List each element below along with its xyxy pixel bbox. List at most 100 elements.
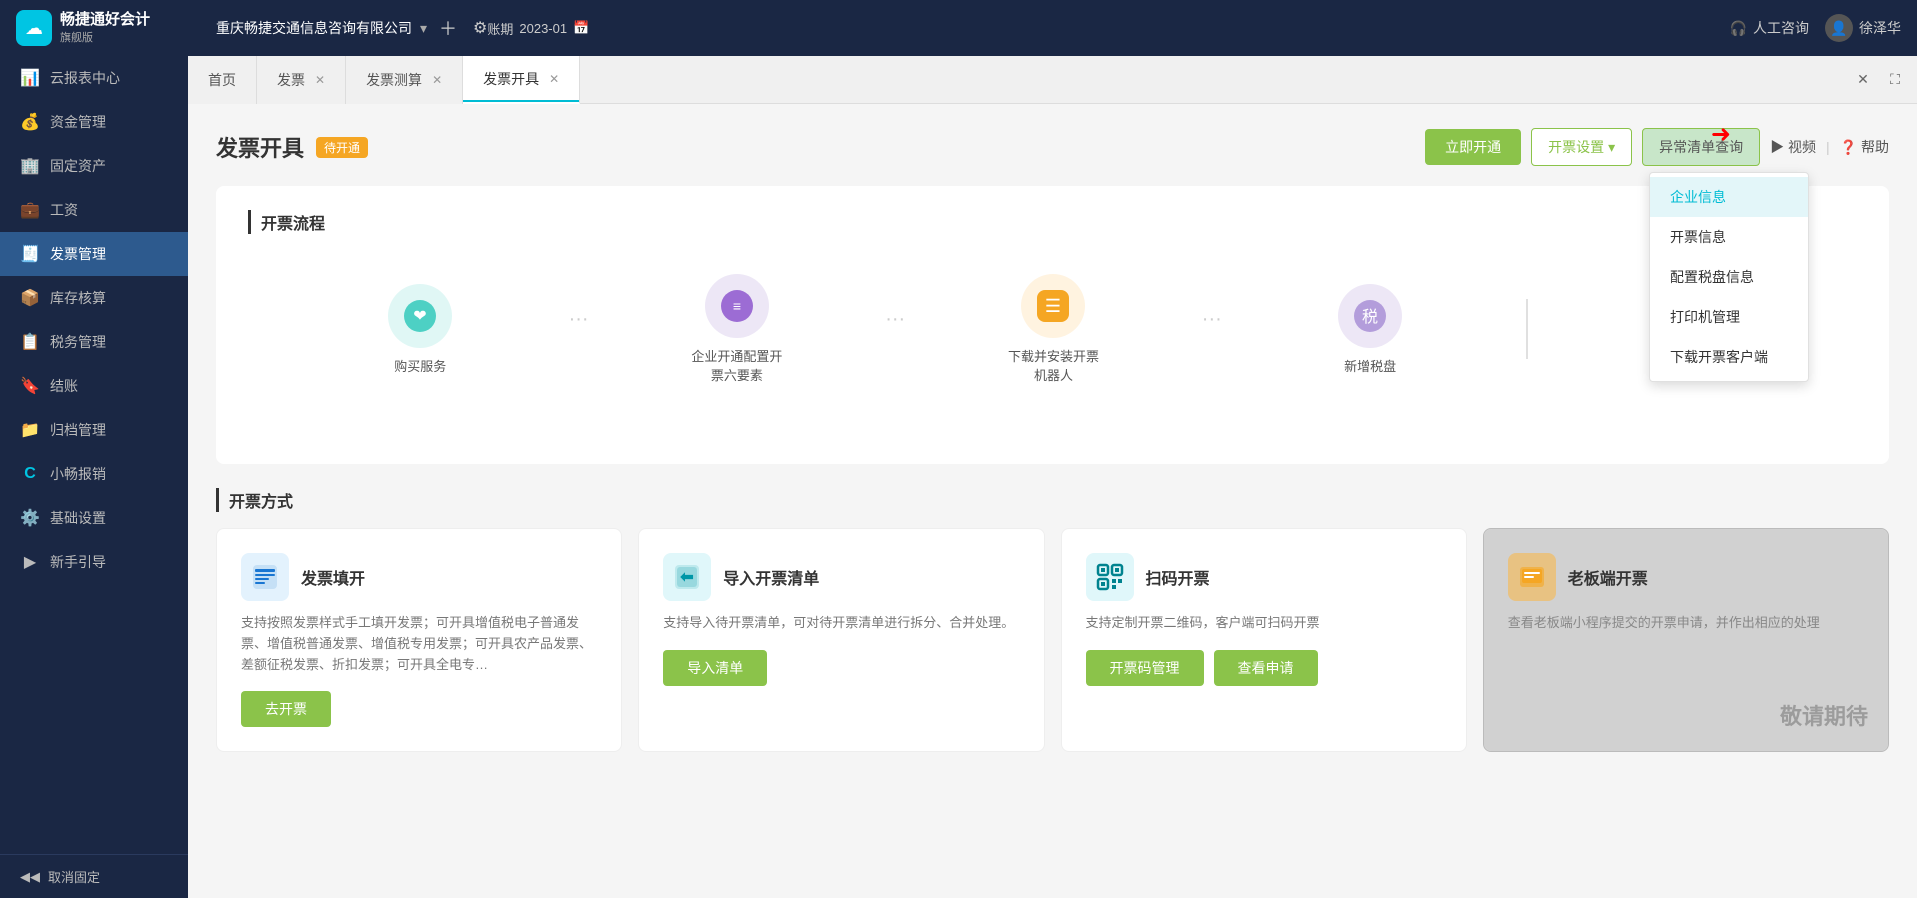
sidebar-bottom-label: 取消固定 [48, 867, 100, 886]
sidebar-item-inventory[interactable]: 📦 库存核算 [0, 276, 188, 320]
method-card-manual: 发票填开 支持按照发票样式手工填开发票；可开具增值税电子普通发票、增值税普通发票… [216, 528, 622, 752]
inventory-icon: 📦 [20, 288, 40, 308]
tab-invoice-issue[interactable]: 发票开具 ✕ [463, 56, 580, 104]
tab-invoice-issue-label: 发票开具 [483, 69, 539, 89]
sidebar-item-payroll[interactable]: 💼 工资 [0, 188, 188, 232]
sidebar-label-settings: 基础设置 [50, 508, 106, 528]
method-card-import: ⬅ 导入开票清单 支持导入待开票清单，可对待开票清单进行拆分、合并处理。 导入清… [638, 528, 1044, 752]
user-area[interactable]: 👤 徐泽华 [1825, 14, 1901, 42]
overlay-text-boss: 敬请期待 [1780, 699, 1868, 731]
process-divider [1526, 299, 1528, 359]
tab-bar-right: ✕ ⛶ [1849, 66, 1917, 94]
process-title: 开票流程 [248, 210, 1857, 234]
tab-invoice-close[interactable]: ✕ [315, 73, 325, 87]
logo-icon: ☁ [16, 10, 52, 46]
company-selector[interactable]: 重庆畅捷交通信息咨询有限公司 ▾ [204, 12, 439, 44]
sidebar-scroll: 📊 云报表中心 💰 资金管理 🏢 固定资产 💼 工资 🧾 发票管理 [0, 56, 188, 854]
calendar-icon[interactable]: 📅 [573, 20, 589, 36]
user-name: 徐泽华 [1859, 18, 1901, 38]
close-tab-btn[interactable]: ✕ [1849, 66, 1877, 94]
activate-button[interactable]: 立即开通 [1425, 129, 1521, 165]
sidebar-item-new-guide[interactable]: ▶ 新手引导 [0, 540, 188, 584]
tax-icon: 📋 [20, 332, 40, 352]
sidebar-item-cloud-report[interactable]: 📊 云报表中心 [0, 56, 188, 100]
sidebar-item-archive[interactable]: 📁 归档管理 [0, 408, 188, 452]
sidebar-label-archive: 归档管理 [50, 420, 106, 440]
process-arrow-2: ··· [885, 308, 905, 351]
tab-home[interactable]: 首页 [188, 56, 257, 104]
top-right: 🎧 人工咨询 👤 徐泽华 [1730, 14, 1901, 42]
settings-button[interactable]: 开票设置 ▾ [1531, 128, 1632, 166]
method-title-import: 导入开票清单 [723, 565, 819, 589]
expand-btn[interactable]: ⛶ [1881, 66, 1909, 94]
video-icon[interactable]: ▶ 视频 [1770, 137, 1816, 157]
method-icon-import: ⬅ [663, 553, 711, 601]
method-card-scan: 扫码开票 支持定制开票二维码，客户端可扫码开票 开票码管理 查看申请 [1061, 528, 1467, 752]
exception-button[interactable]: 异常清单查询 [1642, 128, 1760, 166]
tab-invoice-issue-close[interactable]: ✕ [549, 72, 559, 86]
method-btn-manual[interactable]: 去开票 [241, 691, 331, 727]
process-section: 开票流程 ❤ 购买服务 ··· ≡ [216, 186, 1889, 464]
method-btn-import[interactable]: 导入清单 [663, 650, 767, 686]
sidebar-label-cloud-report: 云报表中心 [50, 68, 120, 88]
help-icon[interactable]: ❓ 帮助 [1840, 137, 1889, 157]
method-icon-boss [1508, 553, 1556, 601]
fund-icon: 💰 [20, 112, 40, 132]
method-icon-scan [1086, 553, 1134, 601]
method-title-scan: 扫码开票 [1146, 565, 1210, 589]
dropdown-item-printer[interactable]: 打印机管理 [1650, 297, 1808, 337]
sidebar-item-invoice-mgmt[interactable]: 🧾 发票管理 [0, 232, 188, 276]
archive-icon: 📁 [20, 420, 40, 440]
dropdown-item-download-client[interactable]: 下载开票客户端 [1650, 337, 1808, 377]
tab-invoice-calc[interactable]: 发票测算 ✕ [346, 56, 463, 104]
process-step-4: 税 新增税盘 [1230, 284, 1511, 375]
process-step-1: ❤ 购买服务 [280, 284, 561, 375]
method-header-manual: 发票填开 [241, 553, 597, 601]
process-icon-1: ❤ [388, 284, 452, 348]
method-card-boss: 老板端开票 查看老板端小程序提交的开票申请，并作出相应的处理 敬请期待 [1483, 528, 1889, 752]
help-divider: | [1826, 139, 1830, 155]
method-btn-scan-manage[interactable]: 开票码管理 [1086, 650, 1204, 686]
period-value: 2023-01 [519, 21, 567, 36]
dropdown-item-tax-config[interactable]: 配置税盘信息 [1650, 257, 1808, 297]
period-label: 账期 [487, 19, 513, 38]
sidebar-item-xiao-report[interactable]: C 小畅报销 [0, 452, 188, 496]
process-label-3: 下载并安装开票机器人 [1003, 346, 1103, 384]
sidebar-label-tax: 税务管理 [50, 332, 106, 352]
sidebar-item-settlement[interactable]: 🔖 结账 [0, 364, 188, 408]
method-desc-manual: 支持按照发票样式手工填开发票；可开具增值税电子普通发票、增值税普通发票、增值税专… [241, 613, 597, 675]
tab-invoice-calc-close[interactable]: ✕ [432, 73, 442, 87]
methods-grid: 发票填开 支持按照发票样式手工填开发票；可开具增值税电子普通发票、增值税普通发票… [216, 528, 1889, 752]
method-desc-import: 支持导入待开票清单，可对待开票清单进行拆分、合并处理。 [663, 613, 1019, 634]
tab-invoice[interactable]: 发票 ✕ [257, 56, 346, 104]
dropdown-item-company-info[interactable]: 企业信息 [1650, 177, 1808, 217]
fixed-assets-icon: 🏢 [20, 156, 40, 176]
method-title-manual: 发票填开 [301, 565, 365, 589]
process-arrow-3: ··· [1202, 308, 1222, 351]
process-arrow-1: ··· [569, 308, 589, 351]
process-icon-4: 税 [1338, 284, 1402, 348]
user-icon: 👤 [1830, 20, 1847, 37]
dropdown-label-invoice-info: 开票信息 [1670, 227, 1726, 247]
sidebar-label-xiao: 小畅报销 [50, 464, 106, 484]
page-content: 发票开具 待开通 立即开通 开票设置 ▾ 异常清单查询 ▶ 视频 | ❓ 帮助 [188, 104, 1917, 898]
method-btn-scan-view[interactable]: 查看申请 [1214, 650, 1318, 686]
settings-btn-label: 开票设置 [1548, 137, 1604, 157]
sidebar-item-fund-mgmt[interactable]: 💰 资金管理 [0, 100, 188, 144]
dropdown-item-invoice-info[interactable]: 开票信息 [1650, 217, 1808, 257]
sidebar-label-invoice: 发票管理 [50, 244, 106, 264]
sidebar-item-fixed-assets[interactable]: 🏢 固定资产 [0, 144, 188, 188]
add-icon[interactable]: ＋ [439, 15, 457, 41]
sidebar-bottom[interactable]: ◀◀ 取消固定 [0, 854, 188, 898]
scan-buttons: 开票码管理 查看申请 [1086, 650, 1442, 686]
settings-icon[interactable]: ⚙ [473, 18, 487, 38]
sidebar-item-basic-settings[interactable]: ⚙️ 基础设置 [0, 496, 188, 540]
process-icon-2: ≡ [705, 274, 769, 338]
settlement-icon: 🔖 [20, 376, 40, 396]
support-area[interactable]: 🎧 人工咨询 [1730, 18, 1809, 38]
process-label-1: 购买服务 [394, 356, 446, 375]
sidebar-label-inventory: 库存核算 [50, 288, 106, 308]
sidebar: 📊 云报表中心 💰 资金管理 🏢 固定资产 💼 工资 🧾 发票管理 [0, 56, 188, 898]
sidebar-item-tax-mgmt[interactable]: 📋 税务管理 [0, 320, 188, 364]
dropdown-menu: 企业信息 开票信息 配置税盘信息 打印机管理 [1649, 172, 1809, 382]
